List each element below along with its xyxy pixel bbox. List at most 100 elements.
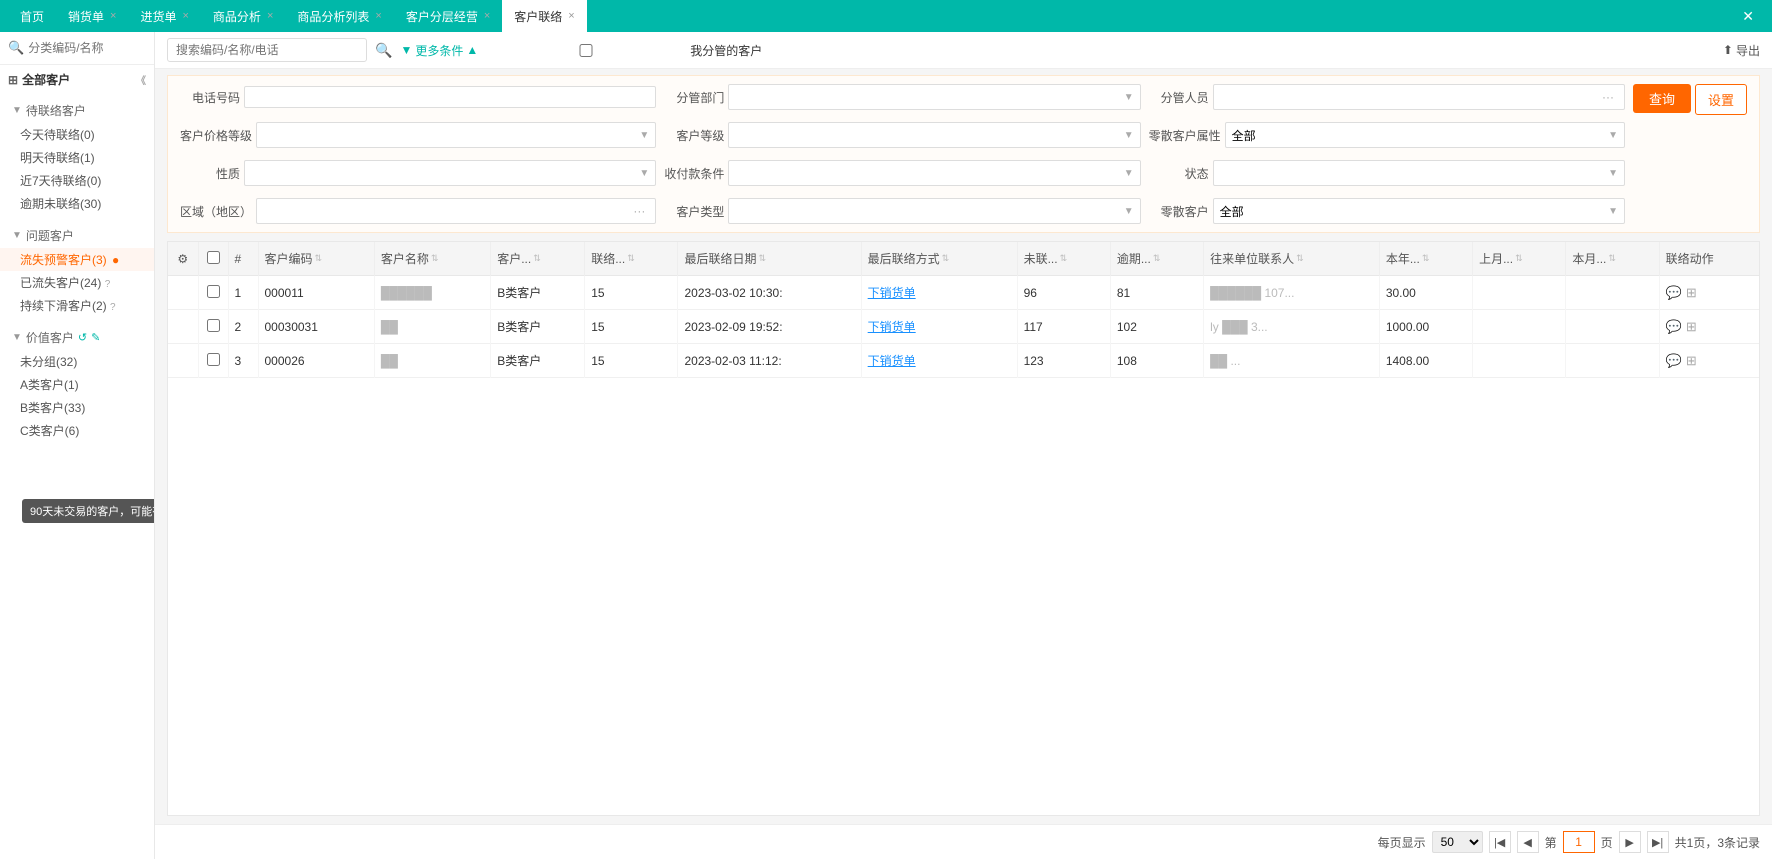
more-conditions-btn[interactable]: ▼ 更多条件 ▲ xyxy=(400,42,478,59)
settings-button[interactable]: 设置 xyxy=(1695,84,1747,115)
region-dots[interactable]: ··· xyxy=(629,204,649,218)
tab-sales[interactable]: 销货单 × xyxy=(56,0,128,32)
sidebar-item-loss-warning[interactable]: 流失预警客户(3) ● xyxy=(0,248,154,271)
row-method-link[interactable]: 下销货单 xyxy=(868,286,916,300)
sidebar-item-c-class[interactable]: C类客户(6) xyxy=(0,419,154,442)
tab-customer-tier[interactable]: 客户分层经营 × xyxy=(394,0,502,32)
customer-type-select[interactable]: ▼ xyxy=(728,198,1140,224)
tab-analysis-list-close[interactable]: × xyxy=(375,10,381,22)
last-page-btn[interactable]: ▶| xyxy=(1647,831,1669,853)
th-last-method[interactable]: 最后联络方式⇅ xyxy=(861,242,1017,276)
row-method-link[interactable]: 下销货单 xyxy=(868,354,916,368)
my-customers-checkbox[interactable] xyxy=(486,44,686,57)
staff-select[interactable]: ··· xyxy=(1213,84,1625,110)
action-more-icon[interactable]: ⊞ xyxy=(1686,353,1697,369)
th-unit-contact[interactable]: 往来单位联系人⇅ xyxy=(1204,242,1380,276)
row-last-method[interactable]: 下销货单 xyxy=(861,344,1017,378)
th-name-sort: ⇅ xyxy=(431,253,439,264)
row-select-checkbox[interactable] xyxy=(207,319,220,332)
row-method-link[interactable]: 下销货单 xyxy=(868,320,916,334)
value-edit-icon[interactable]: ✎ xyxy=(91,331,100,344)
th-code[interactable]: 客户编码⇅ xyxy=(258,242,374,276)
grid-icon: ⊞ xyxy=(8,73,18,87)
tab-analysis-close[interactable]: × xyxy=(267,10,273,22)
row-checkbox[interactable] xyxy=(198,310,228,344)
phone-input[interactable] xyxy=(244,86,656,108)
all-customers-header[interactable]: ⊞ 全部客户 《 xyxy=(0,65,154,94)
sidebar-item-lost[interactable]: 已流失客户(24) ? xyxy=(0,271,154,294)
th-overdue[interactable]: 逾期...⇅ xyxy=(1110,242,1203,276)
next-page-btn[interactable]: ▶ xyxy=(1619,831,1641,853)
gender-select[interactable]: ▼ xyxy=(244,160,656,186)
th-checkbox[interactable] xyxy=(198,242,228,276)
tab-analysis-list[interactable]: 商品分析列表 × xyxy=(285,0,393,32)
tab-purchase[interactable]: 进货单 × xyxy=(128,0,200,32)
first-page-btn[interactable]: |◀ xyxy=(1489,831,1511,853)
th-no-contact[interactable]: 未联...⇅ xyxy=(1017,242,1110,276)
row-no-contact: 96 xyxy=(1017,276,1110,310)
gear-icon[interactable]: ⚙ xyxy=(177,252,188,266)
customer-tier-select[interactable]: ▼ xyxy=(728,122,1140,148)
th-gear[interactable]: ⚙ xyxy=(168,242,198,276)
row-select-checkbox[interactable] xyxy=(207,353,220,366)
action-chat-icon[interactable]: 💬 xyxy=(1666,353,1682,369)
window-close-button[interactable]: ✕ xyxy=(1732,8,1764,25)
row-checkbox[interactable] xyxy=(198,344,228,378)
sidebar-item-overdue[interactable]: 逾期未联络(30) xyxy=(0,192,154,215)
th-type[interactable]: 客户...⇅ xyxy=(491,242,585,276)
sidebar-item-tomorrow[interactable]: 明天待联络(1) xyxy=(0,146,154,169)
zero-attr-select[interactable]: 全部 ▼ xyxy=(1225,122,1625,148)
search-button[interactable]: 🔍 xyxy=(375,42,392,59)
prev-page-btn[interactable]: ◀ xyxy=(1517,831,1539,853)
payment-select[interactable]: ▼ xyxy=(728,160,1140,186)
region-select[interactable]: ··· xyxy=(256,198,656,224)
dept-select[interactable]: ▼ xyxy=(728,84,1140,110)
th-contact[interactable]: 联络...⇅ xyxy=(585,242,678,276)
row-select-checkbox[interactable] xyxy=(207,285,220,298)
zero-customer-select[interactable]: 全部 ▼ xyxy=(1213,198,1625,224)
value-group-title[interactable]: ▼ 价值客户 ↺ ✎ xyxy=(0,325,154,350)
sidebar-item-a-class[interactable]: A类客户(1) xyxy=(0,373,154,396)
current-page[interactable]: 1 xyxy=(1563,831,1595,853)
sidebar-item-declining[interactable]: 持续下滑客户(2) ? xyxy=(0,294,154,317)
sidebar-search-input[interactable] xyxy=(28,41,155,55)
select-all-checkbox[interactable] xyxy=(207,251,220,264)
export-btn[interactable]: ⬆ 导出 xyxy=(1723,42,1760,59)
action-chat-icon[interactable]: 💬 xyxy=(1666,319,1682,335)
search-input[interactable] xyxy=(167,38,367,62)
query-button[interactable]: 查询 xyxy=(1633,84,1691,113)
th-name[interactable]: 客户名称⇅ xyxy=(374,242,490,276)
price-tier-select[interactable]: ▼ xyxy=(256,122,656,148)
sidebar-item-ungroup[interactable]: 未分组(32) xyxy=(0,350,154,373)
sidebar-item-b-class[interactable]: B类客户(33) xyxy=(0,396,154,419)
customer-tier-field: 客户等级 ▼ xyxy=(664,122,1140,148)
row-last-method[interactable]: 下销货单 xyxy=(861,310,1017,344)
tab-sales-label: 销货单 xyxy=(68,8,104,25)
sidebar-item-7days[interactable]: 近7天待联络(0) xyxy=(0,169,154,192)
tab-home[interactable]: 首页 xyxy=(8,0,56,32)
th-this-month[interactable]: 本月...⇅ xyxy=(1566,242,1659,276)
staff-dots[interactable]: ··· xyxy=(1598,90,1618,104)
row-checkbox[interactable] xyxy=(198,276,228,310)
tab-purchase-close[interactable]: × xyxy=(182,10,188,22)
sidebar-item-today[interactable]: 今天待联络(0) xyxy=(0,123,154,146)
tab-customer-tier-close[interactable]: × xyxy=(484,10,490,22)
action-more-icon[interactable]: ⊞ xyxy=(1686,319,1697,335)
value-refresh-icon[interactable]: ↺ xyxy=(78,331,87,344)
tab-customer-contact[interactable]: 客户联络 × xyxy=(502,0,586,32)
th-last-month[interactable]: 上月...⇅ xyxy=(1473,242,1566,276)
th-last-date[interactable]: 最后联络日期⇅ xyxy=(678,242,861,276)
problem-group-title[interactable]: ▼ 问题客户 xyxy=(0,223,154,248)
th-this-year[interactable]: 本年...⇅ xyxy=(1379,242,1472,276)
tab-customer-contact-close[interactable]: × xyxy=(568,10,574,22)
action-more-icon[interactable]: ⊞ xyxy=(1686,285,1697,301)
tab-sales-close[interactable]: × xyxy=(110,10,116,22)
pending-group-title[interactable]: ▼ 待联络客户 xyxy=(0,98,154,123)
action-chat-icon[interactable]: 💬 xyxy=(1666,285,1682,301)
per-page-select[interactable]: 50 100 xyxy=(1432,831,1483,853)
row-this-month xyxy=(1566,344,1659,378)
dept-arrow-icon: ▼ xyxy=(1124,92,1134,103)
status-select[interactable]: ▼ xyxy=(1213,160,1625,186)
row-last-method[interactable]: 下销货单 xyxy=(861,276,1017,310)
tab-analysis[interactable]: 商品分析 × xyxy=(201,0,285,32)
